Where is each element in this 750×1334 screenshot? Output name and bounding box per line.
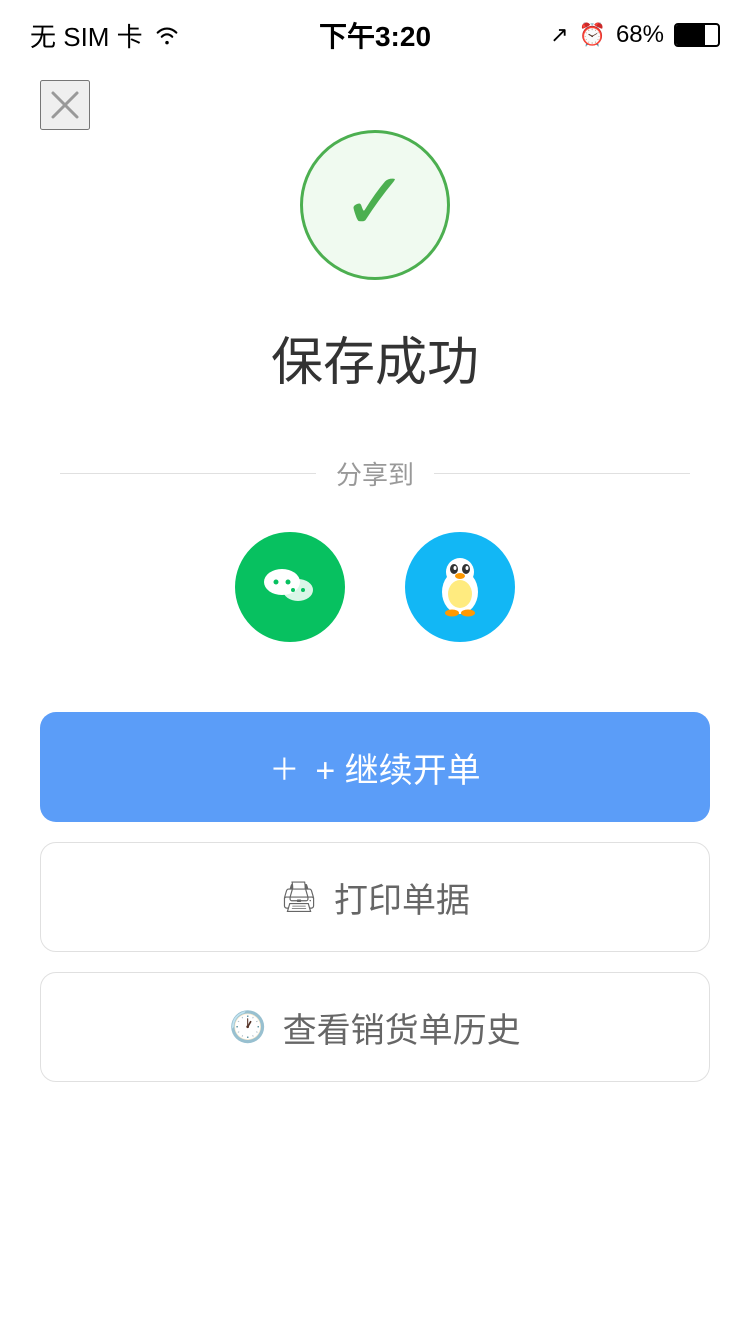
status-right: ↗ ⏰ 68%: [550, 21, 720, 49]
history-button[interactable]: 🕐 查看销货单历史: [40, 972, 710, 1082]
action-buttons-container: ＋ + 继续开单 🖨 打印单据 🕐 查看销货单历史: [0, 712, 750, 1082]
print-label: 打印单据: [334, 873, 470, 922]
status-left: 无 SIM 卡: [30, 17, 181, 54]
checkmark-icon: ✓: [341, 162, 408, 242]
continue-button[interactable]: ＋ + 继续开单: [40, 712, 710, 822]
main-content: ✓ 保存成功 分享到: [0, 70, 750, 1082]
close-button[interactable]: [40, 80, 90, 130]
success-title: 保存成功: [271, 320, 479, 395]
location-icon: ↗: [550, 22, 568, 48]
status-bar: 无 SIM 卡 下午3:20 ↗ ⏰ 68%: [0, 0, 750, 70]
history-label: 查看销货单历史: [283, 1003, 521, 1052]
battery-icon: [674, 23, 720, 47]
divider-line-left: [60, 473, 316, 474]
divider-line-right: [434, 473, 690, 474]
print-icon: 🖨: [280, 880, 318, 915]
close-icon: [49, 89, 81, 121]
success-icon-circle: ✓: [300, 130, 450, 280]
battery-fill: [676, 25, 705, 45]
share-label: 分享到: [316, 455, 434, 492]
continue-label: + 继续开单: [315, 743, 480, 792]
battery-text: 68%: [616, 21, 664, 49]
alarm-icon: ⏰: [579, 22, 606, 48]
carrier-text: 无 SIM 卡: [30, 17, 143, 54]
wechat-share-button[interactable]: [235, 532, 345, 642]
continue-icon: ＋: [269, 745, 299, 789]
status-time: 下午3:20: [319, 15, 431, 55]
share-icons-container: [235, 532, 515, 642]
wifi-icon: [153, 24, 181, 46]
print-button[interactable]: 🖨 打印单据: [40, 842, 710, 952]
qq-share-button[interactable]: [405, 532, 515, 642]
qq-icon: [428, 552, 493, 622]
history-icon: 🕐: [229, 1010, 266, 1045]
share-divider: 分享到: [0, 455, 750, 492]
wechat-icon: [260, 562, 320, 612]
